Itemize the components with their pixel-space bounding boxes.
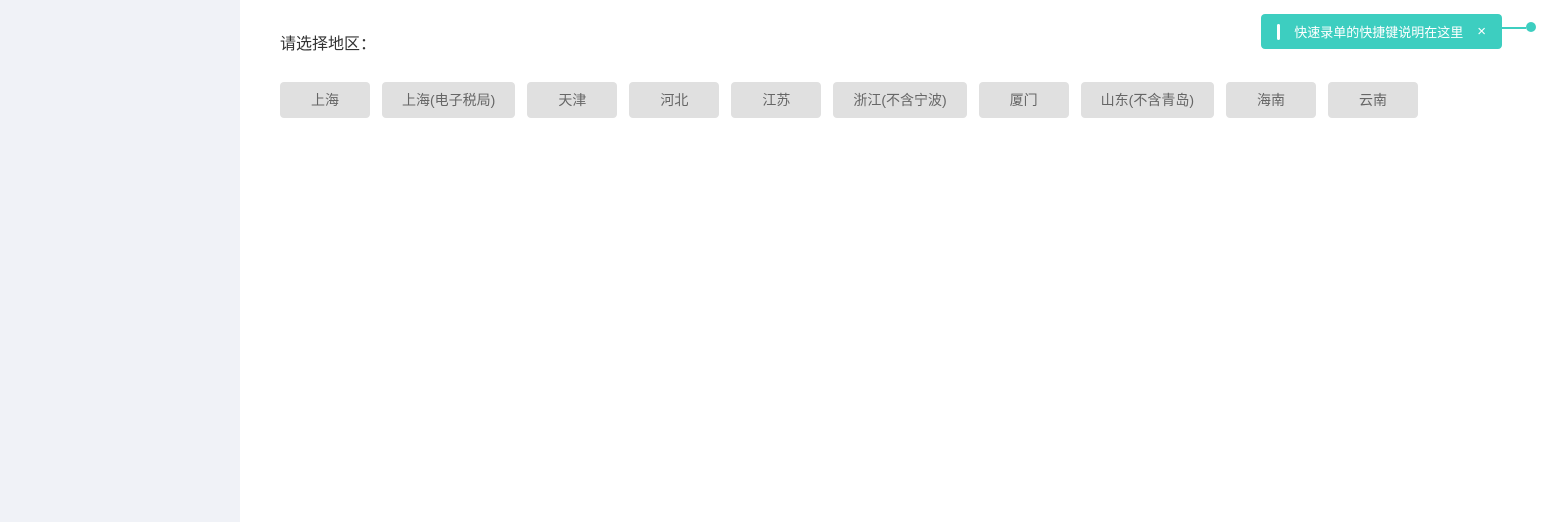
region-button-shandong[interactable]: 山东(不含青岛) [1081, 82, 1214, 118]
region-button-group: 上海上海(电子税局) 天津河北江苏浙江(不含宁波) 厦门山东(不含青岛) 海南云南 [280, 82, 1522, 118]
tooltip-bar: 快速录单的快捷键说明在这里 × [1261, 14, 1502, 49]
tooltip-connector-dot [1526, 22, 1536, 32]
tooltip-connector-line [1502, 27, 1526, 29]
region-button-shanghai[interactable]: 上海 [280, 82, 370, 118]
tooltip-text: 快速录单的快捷键说明在这里 [1294, 22, 1463, 41]
region-button-hainan[interactable]: 海南 [1226, 82, 1316, 118]
region-button-xiamen[interactable]: 厦门 [979, 82, 1069, 118]
region-button-shanghai-etax[interactable]: 上海(电子税局) [382, 82, 515, 118]
tooltip-close-button[interactable]: × [1477, 23, 1486, 40]
region-button-jiangsu[interactable]: 江苏 [731, 82, 821, 118]
region-button-zhejiang[interactable]: 浙江(不含宁波) [833, 82, 966, 118]
region-button-yunnan[interactable]: 云南 [1328, 82, 1418, 118]
main-content: 请选择地区： 上海上海(电子税局)天津河北江苏浙江(不含宁波)厦门山东(不含青岛… [240, 0, 1562, 522]
sidebar [0, 0, 240, 522]
region-button-hebei[interactable]: 河北 [629, 82, 719, 118]
region-button-tianjin[interactable]: 天津 [527, 82, 617, 118]
